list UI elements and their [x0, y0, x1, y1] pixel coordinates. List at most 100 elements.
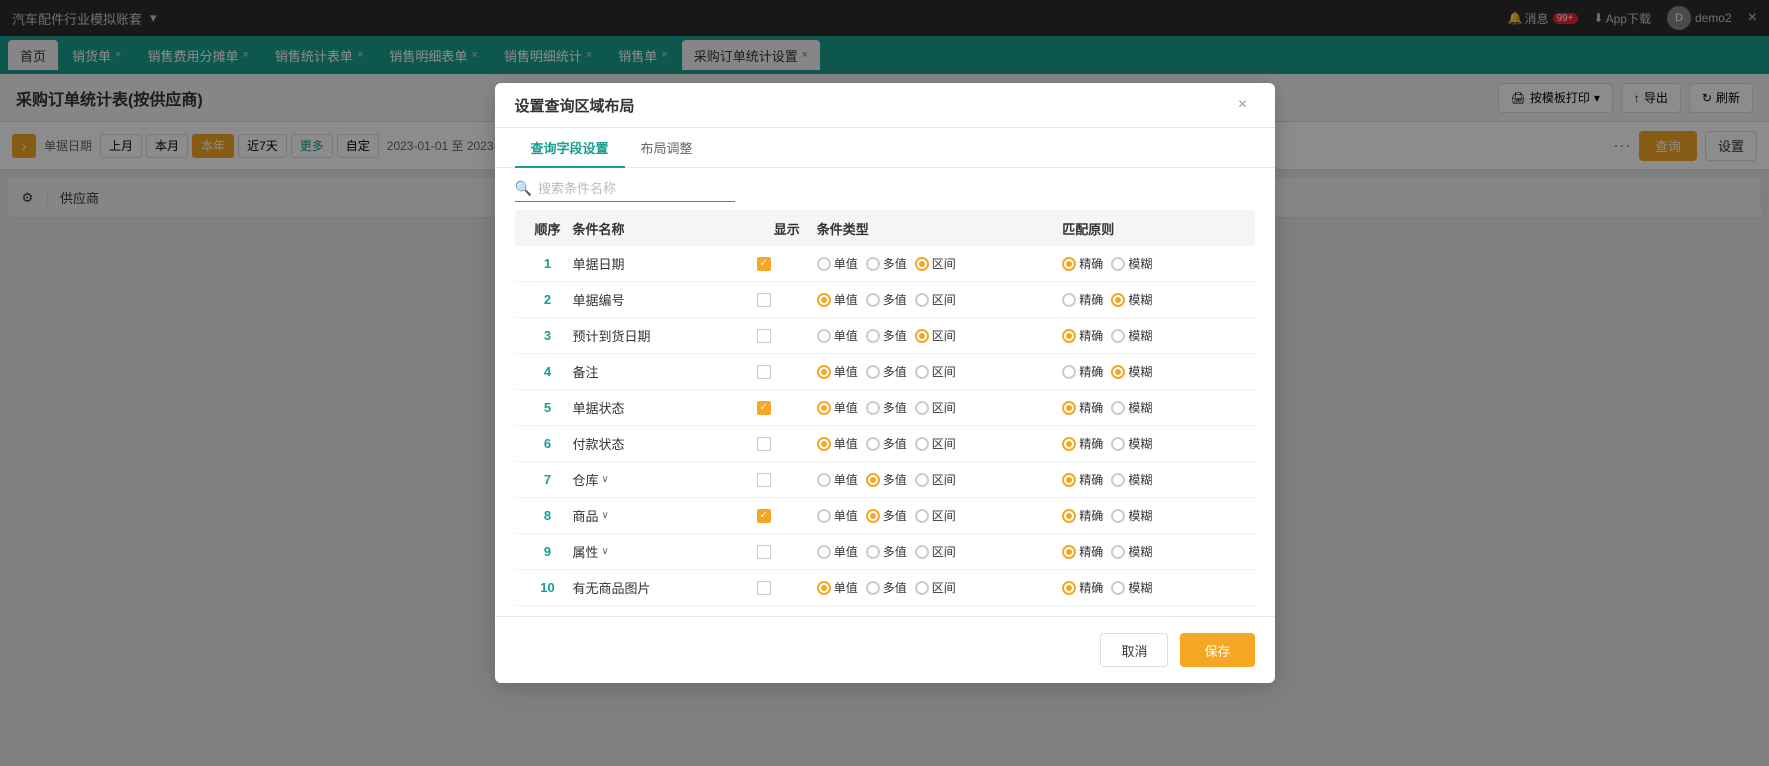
type-multi[interactable]: 多值	[866, 507, 907, 524]
row-display[interactable]: ✓	[757, 509, 817, 523]
row-display[interactable]	[757, 437, 817, 451]
dialog-tab-fields[interactable]: 查询字段设置	[515, 128, 625, 168]
search-input[interactable]	[538, 181, 718, 196]
type-single[interactable]: 单值	[817, 399, 858, 416]
match-fuzzy[interactable]: 模糊	[1111, 327, 1152, 344]
type-multi[interactable]: 多值	[866, 327, 907, 344]
type-range[interactable]: 区间	[915, 363, 956, 380]
radio-multi	[866, 401, 880, 415]
type-multi[interactable]: 多值	[866, 435, 907, 452]
radio-single	[817, 401, 831, 415]
type-single[interactable]: 单值	[817, 543, 858, 560]
match-exact[interactable]: 精确	[1062, 507, 1103, 524]
expand-arrow-icon[interactable]: ∨	[602, 546, 609, 557]
radio-range	[915, 257, 929, 271]
col-match-header: 匹配原则	[1062, 219, 1246, 238]
row-display[interactable]	[757, 293, 817, 307]
display-checkbox[interactable]	[757, 365, 771, 379]
match-fuzzy[interactable]: 模糊	[1111, 435, 1152, 452]
modal-overlay: 设置查询区域布局 × 查询字段设置 布局调整 🔍 顺序 条件名称	[0, 0, 1769, 766]
row-match: 精确 模糊	[1062, 579, 1246, 596]
type-multi[interactable]: 多值	[866, 399, 907, 416]
type-range[interactable]: 区间	[915, 507, 956, 524]
row-display[interactable]	[757, 329, 817, 343]
display-checkbox[interactable]	[757, 473, 771, 487]
match-exact[interactable]: 精确	[1062, 255, 1103, 272]
match-fuzzy[interactable]: 模糊	[1111, 543, 1152, 560]
type-multi[interactable]: 多值	[866, 291, 907, 308]
row-order: 3	[523, 328, 573, 343]
match-fuzzy[interactable]: 模糊	[1111, 255, 1152, 272]
type-multi[interactable]: 多值	[866, 579, 907, 596]
row-display[interactable]	[757, 473, 817, 487]
dialog-close-button[interactable]: ×	[1231, 93, 1255, 117]
row-display[interactable]	[757, 545, 817, 559]
type-multi[interactable]: 多值	[866, 471, 907, 488]
display-checkbox[interactable]: ✓	[757, 257, 771, 271]
type-range[interactable]: 区间	[915, 399, 956, 416]
settings-dialog: 设置查询区域布局 × 查询字段设置 布局调整 🔍 顺序 条件名称	[495, 83, 1275, 683]
row-order: 4	[523, 364, 573, 379]
row-match: 精确 模糊	[1062, 291, 1246, 308]
type-single[interactable]: 单值	[817, 507, 858, 524]
match-exact[interactable]: 精确	[1062, 435, 1103, 452]
display-checkbox[interactable]	[757, 329, 771, 343]
type-multi[interactable]: 多值	[866, 543, 907, 560]
match-exact[interactable]: 精确	[1062, 471, 1103, 488]
type-range[interactable]: 区间	[915, 255, 956, 272]
display-checkbox[interactable]: ✓	[757, 401, 771, 415]
type-range[interactable]: 区间	[915, 579, 956, 596]
match-exact[interactable]: 精确	[1062, 399, 1103, 416]
match-exact[interactable]: 精确	[1062, 579, 1103, 596]
display-checkbox[interactable]	[757, 293, 771, 307]
label-exact: 精确	[1079, 255, 1103, 272]
match-fuzzy[interactable]: 模糊	[1111, 507, 1152, 524]
expand-arrow-icon[interactable]: ∨	[602, 474, 609, 485]
type-range[interactable]: 区间	[915, 291, 956, 308]
match-fuzzy[interactable]: 模糊	[1111, 579, 1152, 596]
radio-multi	[866, 293, 880, 307]
row-name: 商品 ∨	[573, 506, 757, 525]
type-single[interactable]: 单值	[817, 291, 858, 308]
type-single[interactable]: 单值	[817, 435, 858, 452]
match-fuzzy[interactable]: 模糊	[1111, 291, 1152, 308]
display-checkbox[interactable]	[757, 545, 771, 559]
match-exact[interactable]: 精确	[1062, 327, 1103, 344]
type-single[interactable]: 单值	[817, 255, 858, 272]
type-multi[interactable]: 多值	[866, 363, 907, 380]
row-order: 9	[523, 544, 573, 559]
display-checkbox[interactable]	[757, 581, 771, 595]
type-range[interactable]: 区间	[915, 471, 956, 488]
type-range[interactable]: 区间	[915, 327, 956, 344]
type-single[interactable]: 单值	[817, 471, 858, 488]
row-display[interactable]: ✓	[757, 257, 817, 271]
save-button[interactable]: 保存	[1180, 633, 1254, 667]
expand-arrow-icon[interactable]: ∨	[602, 510, 609, 521]
type-single[interactable]: 单值	[817, 579, 858, 596]
table-row: 10 有无商品图片 单值 多值 区间 精确 模糊	[515, 570, 1255, 606]
table-row: 3 预计到货日期 单值 多值 区间 精确 模糊	[515, 318, 1255, 354]
row-display[interactable]	[757, 365, 817, 379]
row-display[interactable]: ✓	[757, 401, 817, 415]
type-single[interactable]: 单值	[817, 363, 858, 380]
row-type: 单值 多值 区间	[817, 507, 1063, 524]
type-single[interactable]: 单值	[817, 327, 858, 344]
match-exact[interactable]: 精确	[1062, 543, 1103, 560]
type-multi[interactable]: 多值	[866, 255, 907, 272]
type-range[interactable]: 区间	[915, 543, 956, 560]
match-exact[interactable]: 精确	[1062, 291, 1103, 308]
row-display[interactable]	[757, 581, 817, 595]
match-exact[interactable]: 精确	[1062, 363, 1103, 380]
type-range[interactable]: 区间	[915, 435, 956, 452]
dialog-tab-layout[interactable]: 布局调整	[625, 128, 709, 168]
radio-fuzzy	[1111, 545, 1125, 559]
display-checkbox[interactable]	[757, 437, 771, 451]
match-fuzzy[interactable]: 模糊	[1111, 399, 1152, 416]
match-fuzzy[interactable]: 模糊	[1111, 471, 1152, 488]
match-fuzzy[interactable]: 模糊	[1111, 363, 1152, 380]
radio-single	[817, 365, 831, 379]
row-name: 备注	[573, 362, 757, 381]
radio-exact	[1062, 401, 1076, 415]
cancel-button[interactable]: 取消	[1100, 633, 1168, 667]
display-checkbox[interactable]: ✓	[757, 509, 771, 523]
